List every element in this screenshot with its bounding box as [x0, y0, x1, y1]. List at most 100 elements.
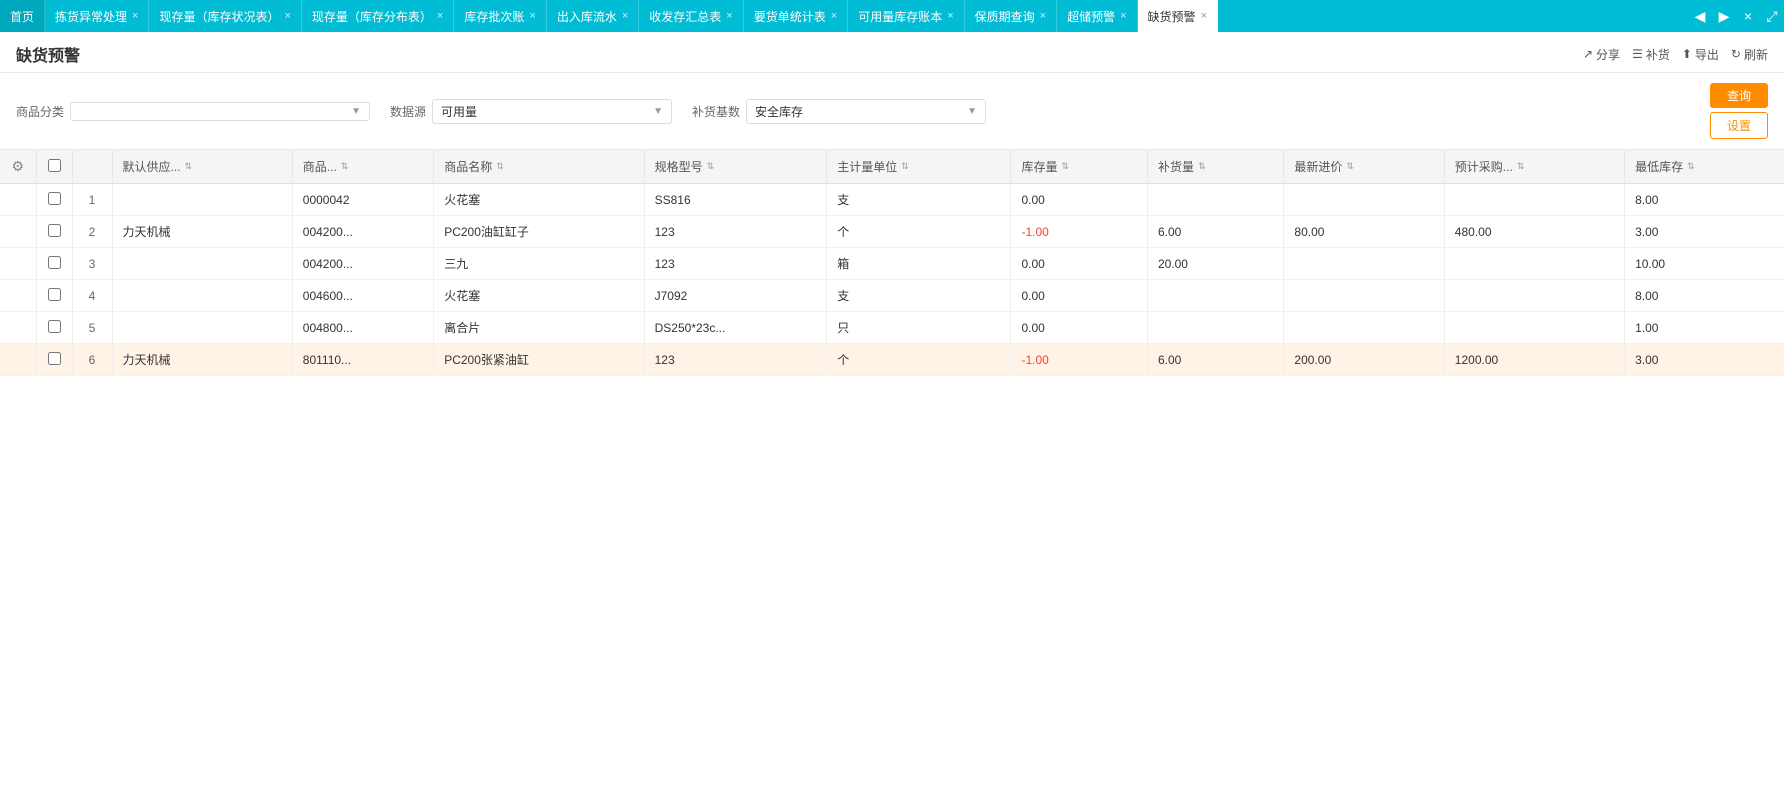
tab-exception[interactable]: 拣货异常处理 × [45, 0, 149, 32]
refresh-icon: ↻ [1731, 47, 1741, 61]
tab-close-inventory-status[interactable]: × [284, 10, 290, 22]
filter-bar: 商品分类 ▼ 数据源 可用量 ▼ 补货基数 安全库存 ▼ 查询 设置 [0, 73, 1784, 150]
tab-close-available[interactable]: × [947, 10, 953, 22]
col-product-code-header[interactable]: 商品... ⇅ [292, 150, 433, 184]
tab-overstock[interactable]: 超储预警 × [1057, 0, 1137, 32]
col-default-supplier-header[interactable]: 默认供应... ⇅ [112, 150, 292, 184]
select-all-checkbox[interactable] [48, 159, 61, 172]
category-chevron-icon: ▼ [351, 106, 361, 117]
tab-close-batch[interactable]: × [529, 10, 535, 22]
tab-close-receipt[interactable]: × [726, 10, 732, 22]
tab-fullscreen-btn[interactable]: ⤢ [1760, 0, 1784, 32]
tab-available[interactable]: 可用量库存账本 × [848, 0, 964, 32]
tab-label-demand: 要货单统计表 [754, 8, 826, 25]
tab-flow[interactable]: 出入库流水 × [547, 0, 639, 32]
share-button[interactable]: ↗ 分享 [1583, 46, 1620, 63]
category-filter-group: 商品分类 ▼ [16, 102, 370, 121]
row-checkbox-1[interactable] [48, 224, 61, 237]
sort-unit-icon: ⇅ [901, 161, 909, 172]
row-num-2: 3 [72, 248, 112, 280]
gear-icon[interactable]: ⚙ [11, 158, 24, 174]
row-stock-2: 0.00 [1011, 248, 1147, 280]
table-row: 5 004800... 离合片 DS250*23c... 只 0.00 1.00 [0, 312, 1784, 344]
category-select[interactable]: ▼ [70, 102, 370, 121]
row-price-2 [1284, 248, 1444, 280]
row-checkbox-5[interactable] [48, 352, 61, 365]
share-icon: ↗ [1583, 47, 1593, 61]
row-spec-4: DS250*23c... [644, 312, 827, 344]
tab-close-overstock[interactable]: × [1120, 10, 1126, 22]
tab-receipt[interactable]: 收发存汇总表 × [639, 0, 743, 32]
table-row: 6 力天机械 801110... PC200张紧油缸 123 个 -1.00 6… [0, 344, 1784, 376]
sort-name-icon: ⇅ [496, 161, 504, 172]
tab-prev-btn[interactable]: ◀ [1688, 0, 1712, 32]
row-unit-5: 个 [827, 344, 1011, 376]
col-replenish-header[interactable]: 补货量 ⇅ [1147, 150, 1283, 184]
tab-close-expiry[interactable]: × [1040, 10, 1046, 22]
col-latest-price-header[interactable]: 最新进价 ⇅ [1284, 150, 1444, 184]
row-check-2 [36, 248, 72, 280]
tab-home[interactable]: 首页 [0, 0, 45, 32]
row-forecast-1: 480.00 [1444, 216, 1624, 248]
row-min-stock-2: 10.00 [1625, 248, 1784, 280]
sort-supplier-icon: ⇅ [185, 161, 193, 172]
replenish-filter-group: 补货基数 安全库存 ▼ [692, 99, 986, 124]
col-spec-header[interactable]: 规格型号 ⇅ [644, 150, 827, 184]
tab-close-shortage[interactable]: × [1201, 10, 1207, 22]
row-unit-1: 个 [827, 216, 1011, 248]
datasource-chevron-icon: ▼ [653, 106, 663, 117]
table-row: 2 力天机械 004200... PC200油缸缸子 123 个 -1.00 6… [0, 216, 1784, 248]
col-unit-header[interactable]: 主计量单位 ⇅ [827, 150, 1011, 184]
sort-price-icon: ⇅ [1346, 161, 1354, 172]
col-product-name-header[interactable]: 商品名称 ⇅ [434, 150, 644, 184]
tab-shortage[interactable]: 缺货预警 × [1138, 0, 1218, 32]
tab-close-inventory-dist[interactable]: × [437, 10, 443, 22]
setting-button[interactable]: 设置 [1710, 112, 1768, 139]
tab-close-all-btn[interactable]: × [1736, 0, 1760, 32]
query-button[interactable]: 查询 [1710, 83, 1768, 108]
col-forecast-header[interactable]: 预计采购... ⇅ [1444, 150, 1624, 184]
tab-close-flow[interactable]: × [622, 10, 628, 22]
row-stock-1: -1.00 [1011, 216, 1147, 248]
tab-inventory-status[interactable]: 现存量（库存状况表） × [149, 0, 301, 32]
row-supplier-5: 力天机械 [112, 344, 292, 376]
col-stock-header[interactable]: 库存量 ⇅ [1011, 150, 1147, 184]
row-checkbox-2[interactable] [48, 256, 61, 269]
row-num-0: 1 [72, 184, 112, 216]
row-supplier-3 [112, 280, 292, 312]
export-icon: ⬆ [1682, 47, 1692, 61]
tab-expiry[interactable]: 保质期查询 × [965, 0, 1057, 32]
row-unit-3: 支 [827, 280, 1011, 312]
export-button[interactable]: ⬆ 导出 [1682, 46, 1719, 63]
row-stock-0: 0.00 [1011, 184, 1147, 216]
tab-label-inventory-dist: 现存量（库存分布表） [312, 8, 432, 25]
row-code-3: 004600... [292, 280, 433, 312]
replenish-icon: ☰ [1632, 47, 1643, 61]
tab-demand[interactable]: 要货单统计表 × [744, 0, 848, 32]
row-forecast-3 [1444, 280, 1624, 312]
datasource-select[interactable]: 可用量 ▼ [432, 99, 672, 124]
col-min-stock-header[interactable]: 最低库存 ⇅ [1625, 150, 1784, 184]
table-row: 3 004200... 三九 123 箱 0.00 20.00 10.00 [0, 248, 1784, 280]
row-stock-3: 0.00 [1011, 280, 1147, 312]
row-unit-2: 箱 [827, 248, 1011, 280]
tab-label-overstock: 超储预警 [1067, 8, 1115, 25]
datasource-select-value: 可用量 [441, 103, 477, 120]
replenish-button[interactable]: ☰ 补货 [1632, 46, 1670, 63]
row-unit-0: 支 [827, 184, 1011, 216]
tab-inventory-dist[interactable]: 现存量（库存分布表） × [302, 0, 454, 32]
row-price-0 [1284, 184, 1444, 216]
replenish-select[interactable]: 安全库存 ▼ [746, 99, 986, 124]
tab-close-demand[interactable]: × [831, 10, 837, 22]
row-checkbox-0[interactable] [48, 192, 61, 205]
row-spec-3: J7092 [644, 280, 827, 312]
tab-close-exception[interactable]: × [132, 10, 138, 22]
sort-spec-icon: ⇅ [707, 161, 715, 172]
tab-batch[interactable]: 库存批次账 × [454, 0, 546, 32]
row-gear-5 [0, 344, 36, 376]
tab-next-btn[interactable]: ▶ [1712, 0, 1736, 32]
row-replenish-5: 6.00 [1147, 344, 1283, 376]
row-checkbox-3[interactable] [48, 288, 61, 301]
refresh-button[interactable]: ↻ 刷新 [1731, 46, 1768, 63]
row-checkbox-4[interactable] [48, 320, 61, 333]
